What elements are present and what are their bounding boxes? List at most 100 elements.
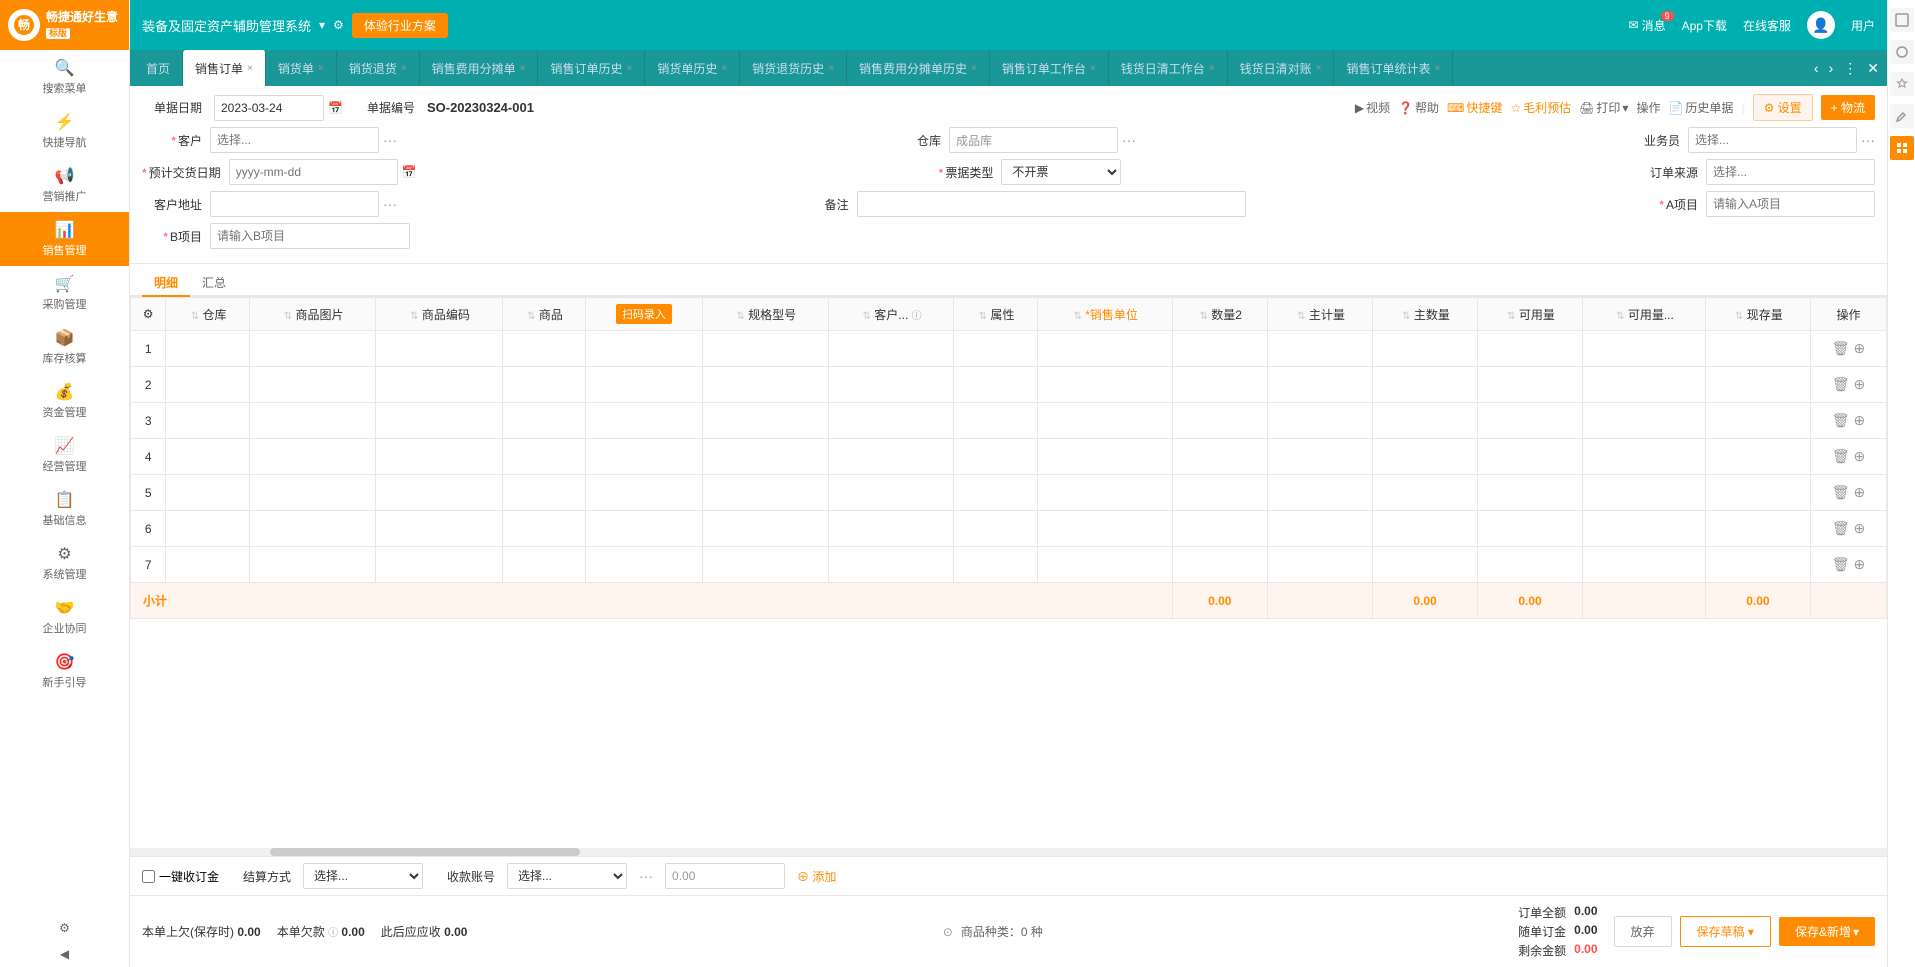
save-draft-dropdown-icon[interactable]: ▾: [1748, 925, 1754, 939]
tab-detail[interactable]: 明细: [142, 270, 190, 297]
copy-row-icon[interactable]: ⊕: [1853, 376, 1865, 393]
cell-2[interactable]: [376, 439, 502, 475]
delete-icon[interactable]: 🗑: [1832, 556, 1850, 573]
cell-0[interactable]: [166, 511, 250, 547]
cell-5[interactable]: [702, 403, 828, 439]
cell-4[interactable]: [586, 475, 702, 511]
cell-2[interactable]: [376, 475, 502, 511]
sidebar-item-quicknav[interactable]: ⚡ 快捷导航: [0, 104, 129, 158]
tab-return-history[interactable]: 销货退货历史 ×: [740, 50, 847, 86]
cell-1[interactable]: [249, 367, 375, 403]
tab-close-invoice[interactable]: ×: [318, 63, 324, 74]
history-order-link[interactable]: 📄 历史单据: [1668, 99, 1733, 116]
order-source-input[interactable]: [1706, 159, 1875, 185]
sidebar-item-system[interactable]: ⚙ 系统管理: [0, 536, 129, 590]
col-main-unit[interactable]: ⇅ 主计量: [1268, 298, 1373, 331]
delete-icon[interactable]: 🗑: [1832, 520, 1850, 537]
cell-14[interactable]: [1705, 511, 1810, 547]
account-select[interactable]: 选择...: [507, 863, 627, 889]
user-name[interactable]: 用户: [1851, 17, 1875, 34]
cell-9[interactable]: [1172, 331, 1267, 367]
col-product-img[interactable]: ⇅ 商品图片: [249, 298, 375, 331]
invoice-select[interactable]: 不开票 增值税普通发票 增值税专用发票: [1001, 159, 1121, 185]
tab-sales-order[interactable]: 销售订单 ×: [183, 50, 266, 86]
cell-10[interactable]: [1268, 475, 1373, 511]
help-link[interactable]: ❓ 帮助: [1398, 99, 1439, 116]
cell-8[interactable]: [1037, 475, 1172, 511]
sidebar-item-enterprise[interactable]: 🤝 企业协同: [0, 590, 129, 644]
add-logistics-btn[interactable]: + 物流: [1821, 95, 1875, 120]
sidebar-item-marketing[interactable]: 📢 营销推广: [0, 158, 129, 212]
cell-0[interactable]: [166, 403, 250, 439]
cell-2[interactable]: [376, 547, 502, 583]
cell-7[interactable]: [954, 439, 1038, 475]
cell-12[interactable]: [1478, 511, 1583, 547]
print-link[interactable]: 🖨 打印 ▾: [1579, 99, 1628, 116]
cell-3[interactable]: [502, 331, 586, 367]
tab-close-order-history[interactable]: ×: [626, 63, 632, 74]
warehouse-input[interactable]: [949, 127, 1118, 153]
tab-close-sales-order[interactable]: ×: [247, 63, 253, 74]
cell-2[interactable]: [376, 511, 502, 547]
amount-input[interactable]: [665, 863, 785, 889]
cell-9[interactable]: [1172, 475, 1267, 511]
cell-10[interactable]: [1268, 439, 1373, 475]
cell-3[interactable]: [502, 439, 586, 475]
cell-8[interactable]: [1037, 403, 1172, 439]
cell-6[interactable]: [828, 331, 953, 367]
cell-11[interactable]: [1373, 475, 1478, 511]
tab-close-order-workbench[interactable]: ×: [1090, 63, 1096, 74]
discard-btn[interactable]: 放弃: [1614, 916, 1672, 947]
scroll-indicator[interactable]: [130, 848, 1887, 856]
cell-8[interactable]: [1037, 367, 1172, 403]
address-more-btn[interactable]: ···: [383, 196, 397, 212]
tab-menu-btn[interactable]: ⋮: [1839, 60, 1861, 77]
user-avatar[interactable]: 👤: [1807, 11, 1835, 39]
cell-12[interactable]: [1478, 331, 1583, 367]
profit-preview-link[interactable]: ☆ 毛利预估: [1510, 99, 1571, 116]
cell-14[interactable]: [1705, 439, 1810, 475]
cell-1[interactable]: [249, 403, 375, 439]
cell-4[interactable]: [586, 367, 702, 403]
cell-10[interactable]: [1268, 403, 1373, 439]
operation-link[interactable]: 操作: [1636, 99, 1660, 116]
cell-4[interactable]: [586, 439, 702, 475]
delete-icon[interactable]: 🗑: [1832, 412, 1850, 429]
cell-13[interactable]: [1583, 403, 1706, 439]
cell-7[interactable]: [954, 331, 1038, 367]
cell-0[interactable]: [166, 475, 250, 511]
cell-1[interactable]: [249, 439, 375, 475]
tab-close-daily-workbench[interactable]: ×: [1209, 63, 1215, 74]
cell-5[interactable]: [702, 547, 828, 583]
cell-3[interactable]: [502, 511, 586, 547]
settings-btn[interactable]: ⚙ 设置: [1753, 94, 1813, 121]
cell-6[interactable]: [828, 547, 953, 583]
cell-11[interactable]: [1373, 547, 1478, 583]
copy-row-icon[interactable]: ⊕: [1853, 556, 1865, 573]
view-link[interactable]: ▶ 视频: [1355, 99, 1390, 116]
copy-row-icon[interactable]: ⊕: [1853, 412, 1865, 429]
delivery-date-input[interactable]: [229, 159, 398, 185]
tab-stats[interactable]: 销售订单统计表 ×: [1334, 50, 1453, 86]
col-main-qty[interactable]: ⇅ 主数量: [1373, 298, 1478, 331]
copy-row-icon[interactable]: ⊕: [1853, 340, 1865, 357]
cell-4[interactable]: [586, 403, 702, 439]
cell-13[interactable]: [1583, 547, 1706, 583]
cell-7[interactable]: [954, 475, 1038, 511]
tab-fee-split[interactable]: 销售费用分摊单 ×: [420, 50, 539, 86]
tab-close-fee-split[interactable]: ×: [520, 63, 526, 74]
cell-13[interactable]: [1583, 475, 1706, 511]
col-spec[interactable]: ⇅ 规格型号: [702, 298, 828, 331]
cell-1[interactable]: [249, 511, 375, 547]
cell-8[interactable]: [1037, 511, 1172, 547]
add-account-btn[interactable]: ⊕ 添加: [797, 868, 836, 885]
tab-close-reconcile[interactable]: ×: [1316, 63, 1322, 74]
cell-9[interactable]: [1172, 403, 1267, 439]
calendar-icon[interactable]: 📅: [328, 101, 343, 115]
right-panel-icon-1[interactable]: [1890, 8, 1914, 32]
right-panel-icon-3[interactable]: [1890, 72, 1914, 96]
online-service-btn[interactable]: 在线客服: [1743, 17, 1791, 34]
cell-11[interactable]: [1373, 511, 1478, 547]
cell-12[interactable]: [1478, 547, 1583, 583]
cell-4[interactable]: [586, 547, 702, 583]
